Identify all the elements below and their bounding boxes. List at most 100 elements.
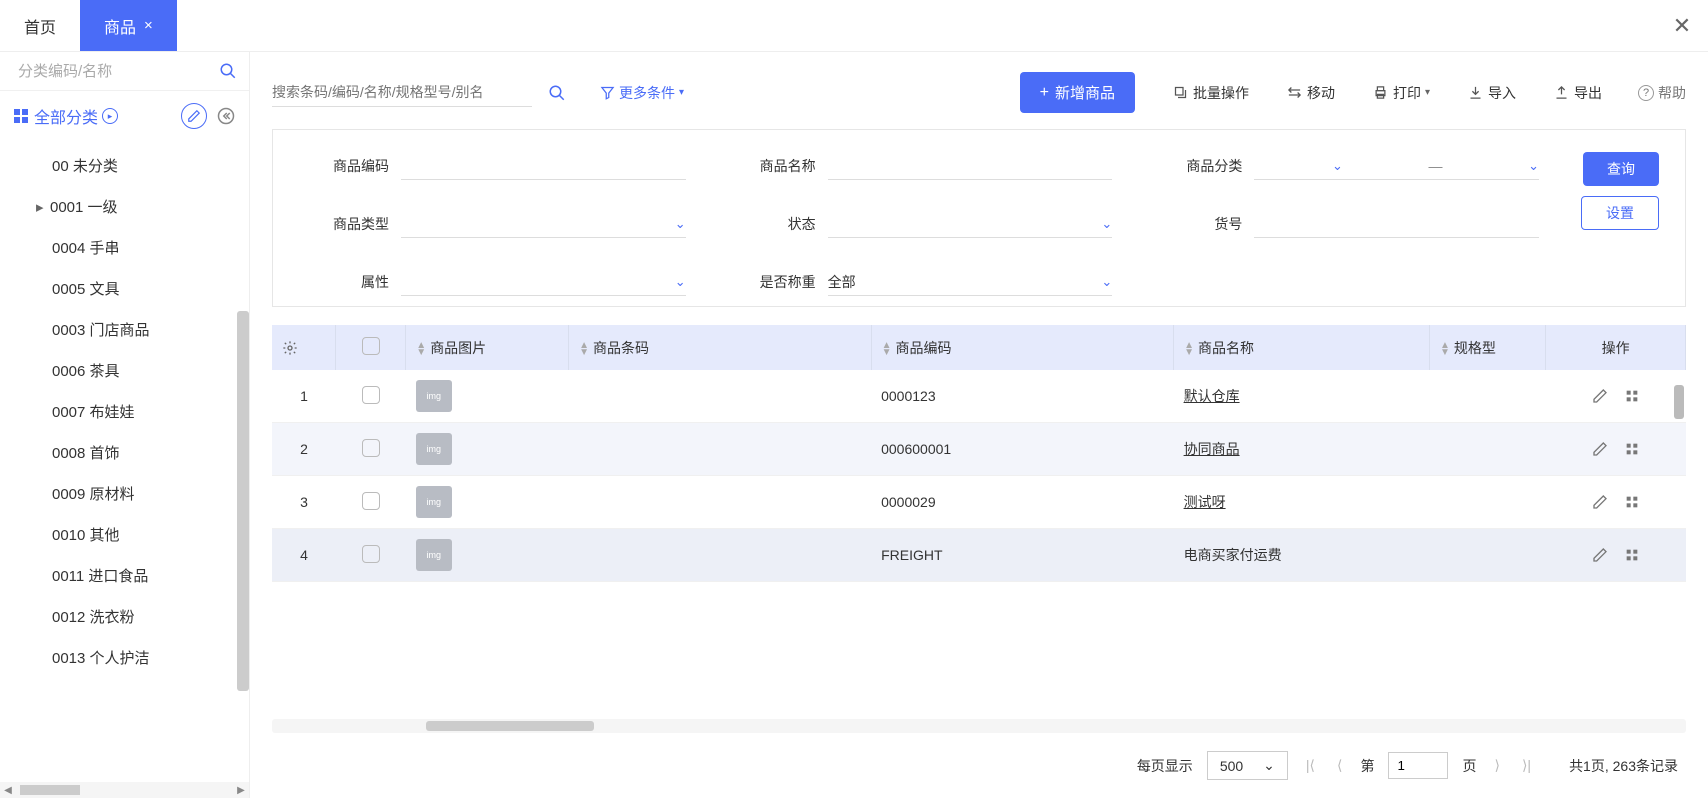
move-button[interactable]: 移动 <box>1287 83 1335 103</box>
edit-row-icon[interactable] <box>1592 547 1608 563</box>
table-hscroll[interactable] <box>272 719 1686 733</box>
tree-item[interactable]: 0013 个人护洁 <box>0 637 249 678</box>
tab-home[interactable]: 首页 <box>0 0 80 51</box>
table-vscroll[interactable] <box>1674 385 1684 419</box>
row-checkbox[interactable] <box>362 439 380 457</box>
checkbox-column[interactable] <box>336 325 406 370</box>
search-icon[interactable] <box>548 84 566 102</box>
print-button[interactable]: 打印 ▾ <box>1373 83 1430 103</box>
filter-weigh-select[interactable]: 全部⌄ <box>828 268 1113 296</box>
tree-item[interactable]: 00 未分类 <box>0 145 249 186</box>
edit-row-icon[interactable] <box>1592 388 1608 404</box>
more-row-icon[interactable] <box>1624 494 1640 510</box>
col-action: 操作 <box>1546 325 1686 370</box>
gear-column[interactable] <box>272 325 336 370</box>
filter-type-select[interactable]: ⌄ <box>401 210 686 238</box>
page-first-icon[interactable]: |⟨ <box>1302 757 1319 774</box>
filter-sku-input[interactable] <box>1254 210 1539 238</box>
tab-close-icon[interactable]: × <box>144 17 153 34</box>
tab-product[interactable]: 商品 × <box>80 0 177 51</box>
page-number-input[interactable] <box>1388 752 1448 779</box>
page-next-icon[interactable]: ⟩ <box>1490 757 1503 774</box>
col-name[interactable]: ▲▼商品名称 <box>1174 325 1430 370</box>
filter-label-name: 商品名称 <box>726 156 816 176</box>
filter-attr-select[interactable]: ⌄ <box>401 268 686 296</box>
page-last-icon[interactable]: ⟩| <box>1518 757 1535 774</box>
caret-icon: ▸ <box>36 198 50 216</box>
play-icon[interactable]: ▸ <box>102 108 118 124</box>
page-prev-icon[interactable]: ⟨ <box>1333 757 1346 774</box>
col-barcode[interactable]: ▲▼商品条码 <box>569 325 871 370</box>
filter-name-input[interactable] <box>828 152 1113 180</box>
filter-code-input[interactable] <box>401 152 686 180</box>
product-name-text: 电商买家付运费 <box>1184 547 1282 563</box>
batch-ops-button[interactable]: 批量操作 <box>1173 83 1249 103</box>
product-thumb[interactable]: img <box>416 486 452 518</box>
product-name-link[interactable]: 默认仓库 <box>1184 388 1240 404</box>
help-button[interactable]: ? 帮助 <box>1638 83 1686 103</box>
toolbar: 更多条件 ▾ + 新增商品 批量操作 移动 打印 <box>250 52 1708 129</box>
more-row-icon[interactable] <box>1624 441 1640 457</box>
product-search-input[interactable] <box>272 78 532 107</box>
sidebar-vscroll[interactable] <box>237 311 249 691</box>
filter-category-select[interactable]: ⌄—⌄ <box>1254 152 1539 180</box>
tree-item[interactable]: 0003 门店商品 <box>0 309 249 350</box>
product-thumb[interactable]: img <box>416 380 452 412</box>
edit-row-icon[interactable] <box>1592 494 1608 510</box>
col-image[interactable]: ▲▼商品图片 <box>406 325 569 370</box>
tree-item[interactable]: 0007 布娃娃 <box>0 391 249 432</box>
more-row-icon[interactable] <box>1624 388 1640 404</box>
col-spec[interactable]: ▲▼规格型 <box>1430 325 1546 370</box>
tree-item[interactable]: 0012 洗衣粉 <box>0 596 249 637</box>
sidebar-hscroll[interactable]: ◀▶ <box>0 782 249 798</box>
chevron-down-icon: ⌄ <box>1263 757 1275 774</box>
category-search-input[interactable] <box>18 63 219 80</box>
all-categories-label[interactable]: 全部分类 <box>34 104 98 128</box>
export-button[interactable]: 导出 <box>1554 83 1602 103</box>
add-product-button[interactable]: + 新增商品 <box>1020 72 1135 113</box>
export-icon <box>1554 85 1569 100</box>
tree-item[interactable]: 0010 其他 <box>0 514 249 555</box>
cell-spec <box>1430 529 1546 582</box>
edit-category-icon[interactable] <box>181 103 207 129</box>
product-thumb[interactable]: img <box>416 433 452 465</box>
tab-product-label: 商品 <box>104 14 136 38</box>
tree-item[interactable]: 0006 茶具 <box>0 350 249 391</box>
tree-item[interactable]: 0008 首饰 <box>0 432 249 473</box>
import-button[interactable]: 导入 <box>1468 83 1516 103</box>
row-checkbox[interactable] <box>362 492 380 510</box>
sort-icon: ▲▼ <box>1440 342 1450 356</box>
per-page-select[interactable]: 500⌄ <box>1207 751 1288 780</box>
checkbox-all[interactable] <box>362 337 380 355</box>
product-name-link[interactable]: 协同商品 <box>1184 441 1240 457</box>
more-row-icon[interactable] <box>1624 547 1640 563</box>
filter-status-select[interactable]: ⌄ <box>828 210 1113 238</box>
table-row[interactable]: 1 img 0000123 默认仓库 <box>272 370 1686 423</box>
query-button[interactable]: 查询 <box>1583 152 1659 186</box>
chevron-down-icon: ⌄ <box>1101 216 1112 232</box>
edit-row-icon[interactable] <box>1592 441 1608 457</box>
window-close-icon[interactable]: ✕ <box>1656 0 1708 51</box>
tree-item[interactable]: 0009 原材料 <box>0 473 249 514</box>
tree-item[interactable]: 0004 手串 <box>0 227 249 268</box>
more-conditions-button[interactable]: 更多条件 ▾ <box>600 83 684 103</box>
product-name-link[interactable]: 测试呀 <box>1184 494 1226 510</box>
table-row[interactable]: 4 img FREIGHT 电商买家付运费 <box>272 529 1686 582</box>
table-row[interactable]: 3 img 0000029 测试呀 <box>272 476 1686 529</box>
tree-item[interactable]: ▸0001 一级 <box>0 186 249 227</box>
tree-item[interactable]: 0005 文具 <box>0 268 249 309</box>
product-table: ▲▼商品图片 ▲▼商品条码 ▲▼商品编码 ▲▼商品名称 ▲▼规格型 操作 1 i… <box>272 325 1686 719</box>
sort-icon: ▲▼ <box>416 342 426 356</box>
row-checkbox[interactable] <box>362 386 380 404</box>
filter-label-code: 商品编码 <box>299 156 389 176</box>
row-checkbox[interactable] <box>362 545 380 563</box>
row-index: 2 <box>272 423 336 476</box>
collapse-sidebar-icon[interactable] <box>217 107 235 125</box>
setting-button[interactable]: 设置 <box>1581 196 1659 230</box>
search-icon[interactable] <box>219 62 237 80</box>
col-code[interactable]: ▲▼商品编码 <box>871 325 1173 370</box>
product-thumb[interactable]: img <box>416 539 452 571</box>
cell-code: 000600001 <box>871 423 1173 476</box>
table-row[interactable]: 2 img 000600001 协同商品 <box>272 423 1686 476</box>
tree-item[interactable]: 0011 进口食品 <box>0 555 249 596</box>
